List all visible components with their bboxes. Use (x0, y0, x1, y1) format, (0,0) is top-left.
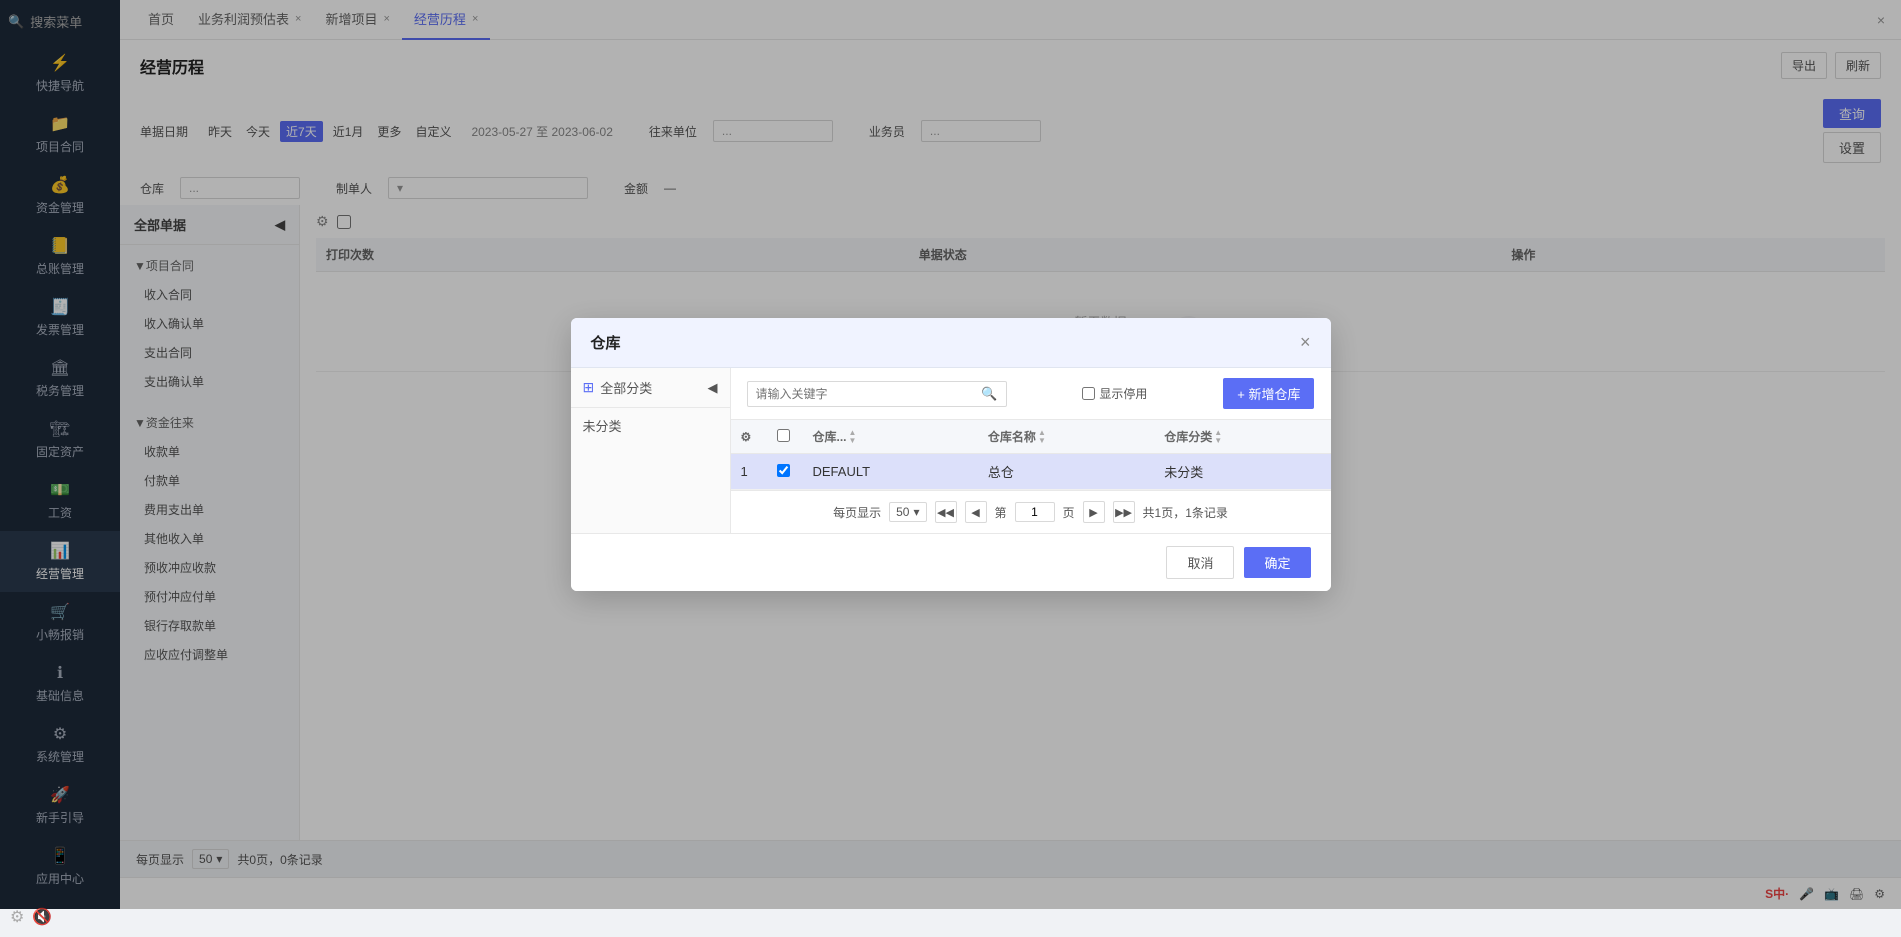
modal-left-panel: ⊞ 全部分类 ◀ 未分类 (571, 368, 731, 533)
cancel-button[interactable]: 取消 (1166, 546, 1234, 579)
category-item-unclassified[interactable]: 未分类 (571, 408, 730, 443)
modal-pagination: 每页显示 50 ▾ ◀◀ ◀ 第 页 ▶ ▶▶ 共1页，1条记录 (731, 490, 1331, 533)
settings-icon[interactable]: ⚙ (10, 907, 24, 927)
row-category: 未分类 (1154, 454, 1330, 490)
modal-footer: 取消 确定 (571, 533, 1331, 591)
row-checkbox[interactable] (767, 454, 803, 490)
th-warehouse-category: 仓库分类 ▲▼ (1154, 420, 1330, 454)
next-page-button[interactable]: ▶ (1083, 501, 1105, 523)
th-checkbox (767, 420, 803, 454)
modal-search-box[interactable]: 🔍 (747, 381, 1007, 407)
modal-title-text: 仓库 (591, 332, 621, 353)
modal-category-list: 未分类 (571, 408, 730, 533)
category-title-row: ⊞ 全部分类 (583, 378, 653, 397)
add-warehouse-button[interactable]: + 新增仓库 (1223, 378, 1314, 409)
last-page-button[interactable]: ▶▶ (1113, 501, 1135, 523)
modal-header: 仓库 × (571, 318, 1331, 368)
th-gear-icon[interactable]: ⚙ (741, 430, 752, 444)
modal-search-icon: 🔍 (981, 386, 997, 402)
table-row[interactable]: 1 DEFAULT 总仓 未分类 (731, 454, 1331, 490)
th-gear: ⚙ (731, 420, 767, 454)
modal-page-size-label: 每页显示 (833, 504, 881, 521)
modal-total-text: 共1页，1条记录 (1143, 504, 1228, 521)
show-disabled-checkbox[interactable] (1082, 387, 1095, 400)
collapse-panel-icon[interactable]: ◀ (708, 380, 718, 396)
row-index: 1 (731, 454, 767, 490)
modal-overlay: 仓库 × ⊞ 全部分类 ◀ 未分类 (0, 0, 1901, 909)
th-warehouse-name: 仓库名称 ▲▼ (978, 420, 1154, 454)
prev-page-button[interactable]: ◀ (965, 501, 987, 523)
warehouse-modal: 仓库 × ⊞ 全部分类 ◀ 未分类 (571, 318, 1331, 591)
show-disabled-checkbox-label[interactable]: 显示停用 (1082, 385, 1147, 402)
grid-icon: ⊞ (583, 379, 595, 396)
modal-right-panel: 🔍 显示停用 + 新增仓库 ⚙ (731, 368, 1331, 533)
page-suffix: 页 (1063, 504, 1075, 521)
confirm-button[interactable]: 确定 (1244, 547, 1310, 578)
select-all-warehouse-checkbox[interactable] (777, 429, 790, 442)
row-name: 总仓 (978, 454, 1154, 490)
modal-page-size-select[interactable]: 50 ▾ (889, 502, 926, 522)
modal-toolbar: 🔍 显示停用 + 新增仓库 (731, 368, 1331, 420)
modal-category-header: ⊞ 全部分类 ◀ (571, 368, 730, 408)
warehouse-table-header: ⚙ 仓库... ▲▼ (731, 420, 1331, 454)
modal-search-input[interactable] (756, 387, 976, 401)
modal-close-button[interactable]: × (1300, 332, 1311, 353)
volume-icon[interactable]: 🔇 (32, 907, 52, 927)
th-warehouse-code: 仓库... ▲▼ (803, 420, 978, 454)
page-label: 第 (995, 504, 1007, 521)
row-code: DEFAULT (803, 454, 978, 490)
modal-body: ⊞ 全部分类 ◀ 未分类 🔍 (571, 368, 1331, 533)
modal-table-area: ⚙ 仓库... ▲▼ (731, 420, 1331, 490)
page-number-input[interactable] (1015, 502, 1055, 522)
show-disabled-label: 显示停用 (1099, 385, 1147, 402)
warehouse-table: ⚙ 仓库... ▲▼ (731, 420, 1331, 490)
all-category-label: 全部分类 (600, 378, 652, 397)
first-page-button[interactable]: ◀◀ (935, 501, 957, 523)
